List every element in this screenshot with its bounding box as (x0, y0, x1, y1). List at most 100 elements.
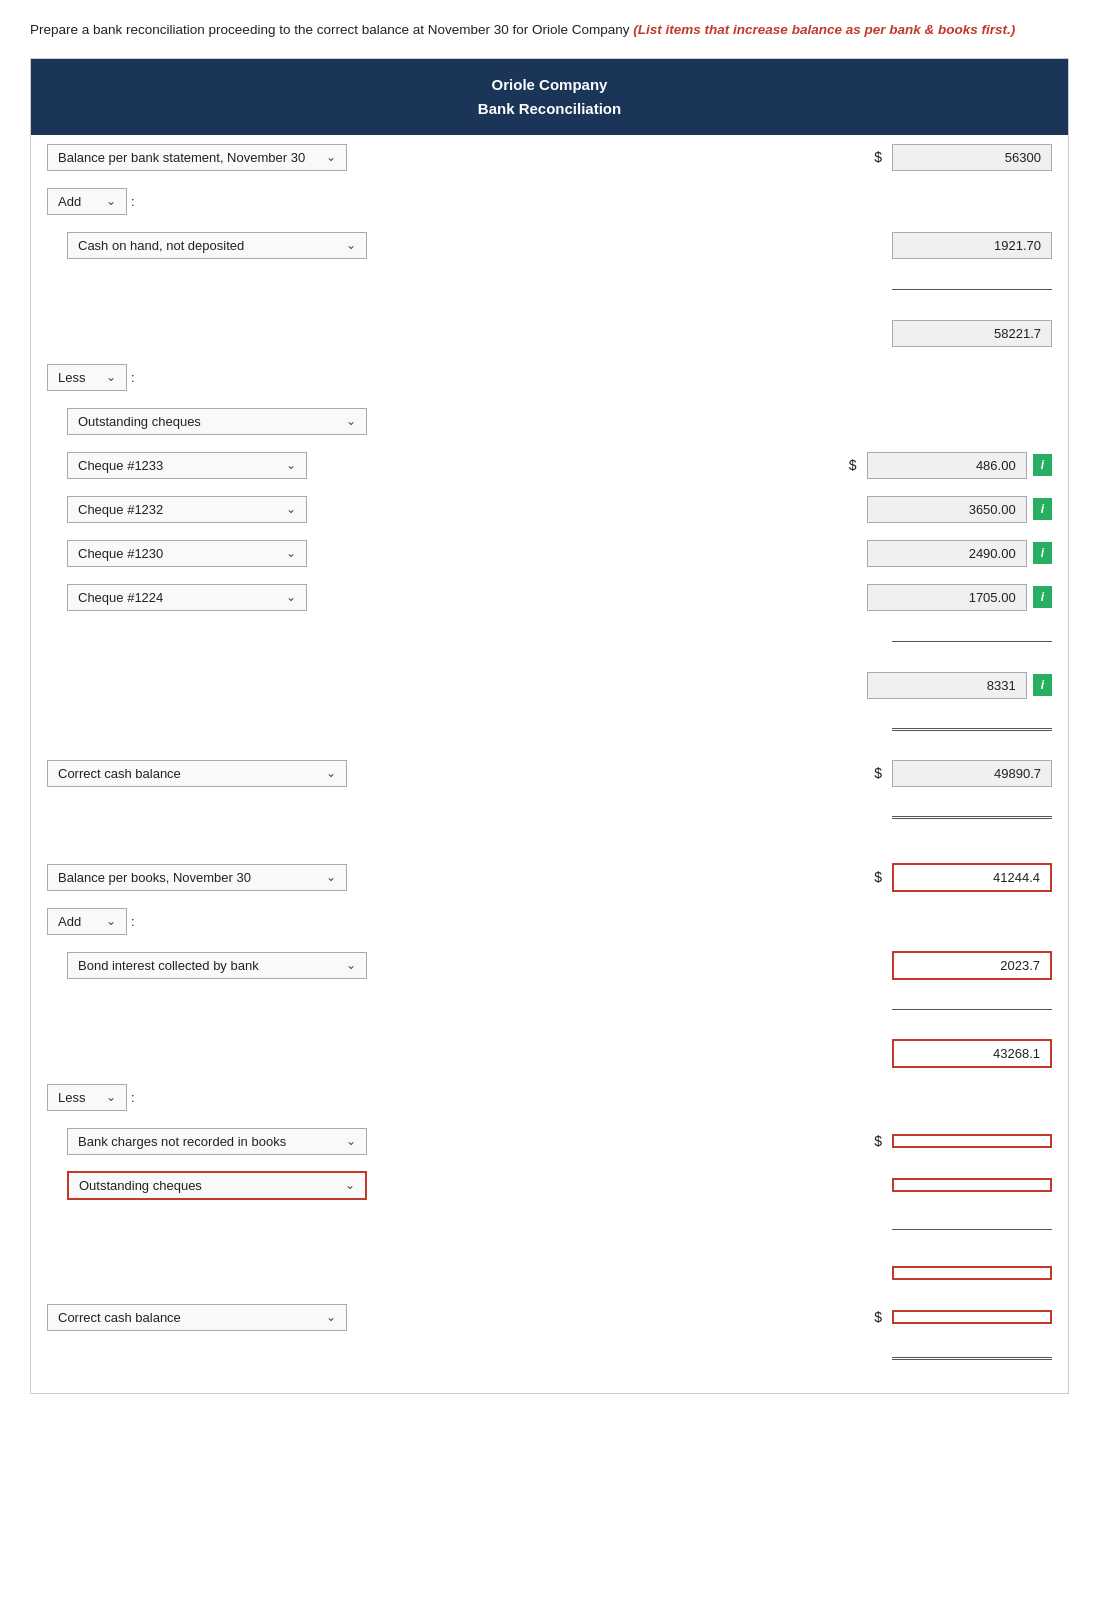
bank-less-arrow: ⌄ (106, 370, 116, 384)
books-less-total-value (892, 1266, 1052, 1280)
books-outstanding-cheques-value[interactable] (892, 1178, 1052, 1192)
cheque-1224-value[interactable]: 1705.00 (867, 584, 1027, 611)
cash-on-hand-right: 1921.70 (487, 232, 1052, 259)
books-balance-dropdown[interactable]: Balance per books, November 30 ⌄ (47, 864, 347, 891)
cheque-1233-arrow: ⌄ (286, 458, 296, 472)
cheque-1233-left: Cheque #1233 ⌄ (67, 452, 487, 479)
cheque-1230-value[interactable]: 2490.00 (867, 540, 1027, 567)
cheque-1233-dollar: $ (849, 457, 857, 473)
bond-interest-dropdown[interactable]: Bond interest collected by bank ⌄ (67, 952, 367, 979)
bank-correct-balance-right: $ 49890.7 (467, 760, 1052, 787)
books-underline (892, 1009, 1052, 1010)
books-subtotal-row: 43268.1 (31, 1031, 1068, 1075)
cheque-1230-info[interactable]: i (1033, 542, 1052, 564)
company-name: Oriole Company (41, 73, 1058, 97)
bank-correct-balance-value: 49890.7 (892, 760, 1052, 787)
cheque-1233-dropdown[interactable]: Cheque #1233 ⌄ (67, 452, 307, 479)
bank-double-underline (892, 728, 1052, 731)
books-less-total-right (467, 1266, 1052, 1280)
books-less-row: Less ⌄ : (31, 1075, 1068, 1119)
books-balance-row: Balance per books, November 30 ⌄ $ 41244… (31, 855, 1068, 899)
bank-correct-balance-arrow: ⌄ (326, 766, 336, 780)
cheque-1224-info[interactable]: i (1033, 586, 1052, 608)
intro-text: Prepare a bank reconciliation proceeding… (30, 20, 1069, 40)
cheque-1224-right: 1705.00 i (487, 584, 1052, 611)
bank-balance-value[interactable]: 56300 (892, 144, 1052, 171)
cheque-1224-dropdown[interactable]: Cheque #1224 ⌄ (67, 584, 307, 611)
cheques-total-info[interactable]: i (1033, 674, 1052, 696)
books-final-underline-row (31, 1339, 1068, 1383)
books-balance-value[interactable]: 41244.4 (892, 863, 1052, 892)
cheque-1232-info[interactable]: i (1033, 498, 1052, 520)
outstanding-cheques-label-row: Outstanding cheques ⌄ (31, 399, 1068, 443)
books-balance-right: $ 41244.4 (467, 863, 1052, 892)
bank-balance-row: Balance per bank statement, November 30 … (31, 135, 1068, 179)
books-balance-left: Balance per books, November 30 ⌄ (47, 864, 467, 891)
cash-on-hand-arrow: ⌄ (346, 238, 356, 252)
bond-interest-row: Bond interest collected by bank ⌄ 2023.7 (31, 943, 1068, 987)
cheque-1232-dropdown[interactable]: Cheque #1232 ⌄ (67, 496, 307, 523)
books-outstanding-cheques-left: Outstanding cheques ⌄ (67, 1171, 487, 1200)
cheque-1232-value[interactable]: 3650.00 (867, 496, 1027, 523)
cheque-1232-right: 3650.00 i (487, 496, 1052, 523)
table-title: Bank Reconciliation (41, 97, 1058, 121)
bank-correct-balance-left: Correct cash balance ⌄ (47, 760, 467, 787)
cheque-1232-left: Cheque #1232 ⌄ (67, 496, 487, 523)
bank-balance-dollar: $ (874, 149, 882, 165)
bank-charges-value[interactable] (892, 1134, 1052, 1148)
books-outstanding-cheques-dropdown[interactable]: Outstanding cheques ⌄ (67, 1171, 367, 1200)
cheque-1233-info[interactable]: i (1033, 454, 1052, 476)
bank-final-underline (892, 816, 1052, 819)
books-correct-balance-dropdown[interactable]: Correct cash balance ⌄ (47, 1304, 347, 1331)
bond-interest-right: 2023.7 (487, 951, 1052, 980)
bank-charges-dropdown[interactable]: Bank charges not recorded in books ⌄ (67, 1128, 367, 1155)
cheque-1230-dropdown[interactable]: Cheque #1230 ⌄ (67, 540, 307, 567)
cash-on-hand-dropdown[interactable]: Cash on hand, not deposited ⌄ (67, 232, 367, 259)
bank-less-dropdown[interactable]: Less ⌄ (47, 364, 127, 391)
outstanding-cheques-left: Outstanding cheques ⌄ (67, 408, 487, 435)
cheque-1224-row: Cheque #1224 ⌄ 1705.00 i (31, 575, 1068, 619)
table-header: Oriole Company Bank Reconciliation (31, 59, 1068, 135)
section-spacer (31, 839, 1068, 855)
cheques-underline (892, 641, 1052, 642)
books-add-dropdown[interactable]: Add ⌄ (47, 908, 127, 935)
books-correct-balance-value[interactable] (892, 1310, 1052, 1324)
books-correct-balance-left: Correct cash balance ⌄ (47, 1304, 467, 1331)
cheques-total-right: 8331 i (467, 672, 1052, 699)
cheque-1233-value[interactable]: 486.00 (867, 452, 1027, 479)
bank-subtotal-row: 58221.7 (31, 311, 1068, 355)
reconciliation-table: Oriole Company Bank Reconciliation Balan… (30, 58, 1069, 1394)
books-correct-balance-row: Correct cash balance ⌄ $ (31, 1295, 1068, 1339)
bank-add-dropdown[interactable]: Add ⌄ (47, 188, 127, 215)
cheques-total-row: 8331 i (31, 663, 1068, 707)
bank-underline (892, 289, 1052, 290)
bank-less-left: Less ⌄ : (47, 364, 467, 391)
cheques-total-value: 8331 (867, 672, 1027, 699)
books-outstanding-cheques-row: Outstanding cheques ⌄ (31, 1163, 1068, 1207)
bank-less-row: Less ⌄ : (31, 355, 1068, 399)
books-add-row: Add ⌄ : (31, 899, 1068, 943)
bank-correct-balance-dropdown[interactable]: Correct cash balance ⌄ (47, 760, 347, 787)
books-less-underline (892, 1229, 1052, 1230)
bank-subtotal-right: 58221.7 (467, 320, 1052, 347)
bank-add-row: Add ⌄ : (31, 179, 1068, 223)
bank-charges-right: $ (487, 1133, 1052, 1149)
bank-balance-dropdown[interactable]: Balance per bank statement, November 30 … (47, 144, 347, 171)
bank-final-underline-row (31, 795, 1068, 839)
books-less-left: Less ⌄ : (47, 1084, 467, 1111)
bank-double-underline-row (31, 707, 1068, 751)
cheque-1230-row: Cheque #1230 ⌄ 2490.00 i (31, 531, 1068, 575)
bank-correct-balance-row: Correct cash balance ⌄ $ 49890.7 (31, 751, 1068, 795)
bank-balance-arrow: ⌄ (326, 150, 336, 164)
cash-on-hand-value[interactable]: 1921.70 (892, 232, 1052, 259)
books-underline-row (31, 987, 1068, 1031)
outstanding-cheques-dropdown[interactable]: Outstanding cheques ⌄ (67, 408, 367, 435)
cheque-1232-arrow: ⌄ (286, 502, 296, 516)
books-subtotal-right: 43268.1 (467, 1039, 1052, 1068)
books-less-dropdown[interactable]: Less ⌄ (47, 1084, 127, 1111)
bank-charges-arrow: ⌄ (346, 1134, 356, 1148)
bank-underline-row (31, 267, 1068, 311)
bond-interest-value[interactable]: 2023.7 (892, 951, 1052, 980)
cheque-1233-row: Cheque #1233 ⌄ $ 486.00 i (31, 443, 1068, 487)
bank-charges-row: Bank charges not recorded in books ⌄ $ (31, 1119, 1068, 1163)
